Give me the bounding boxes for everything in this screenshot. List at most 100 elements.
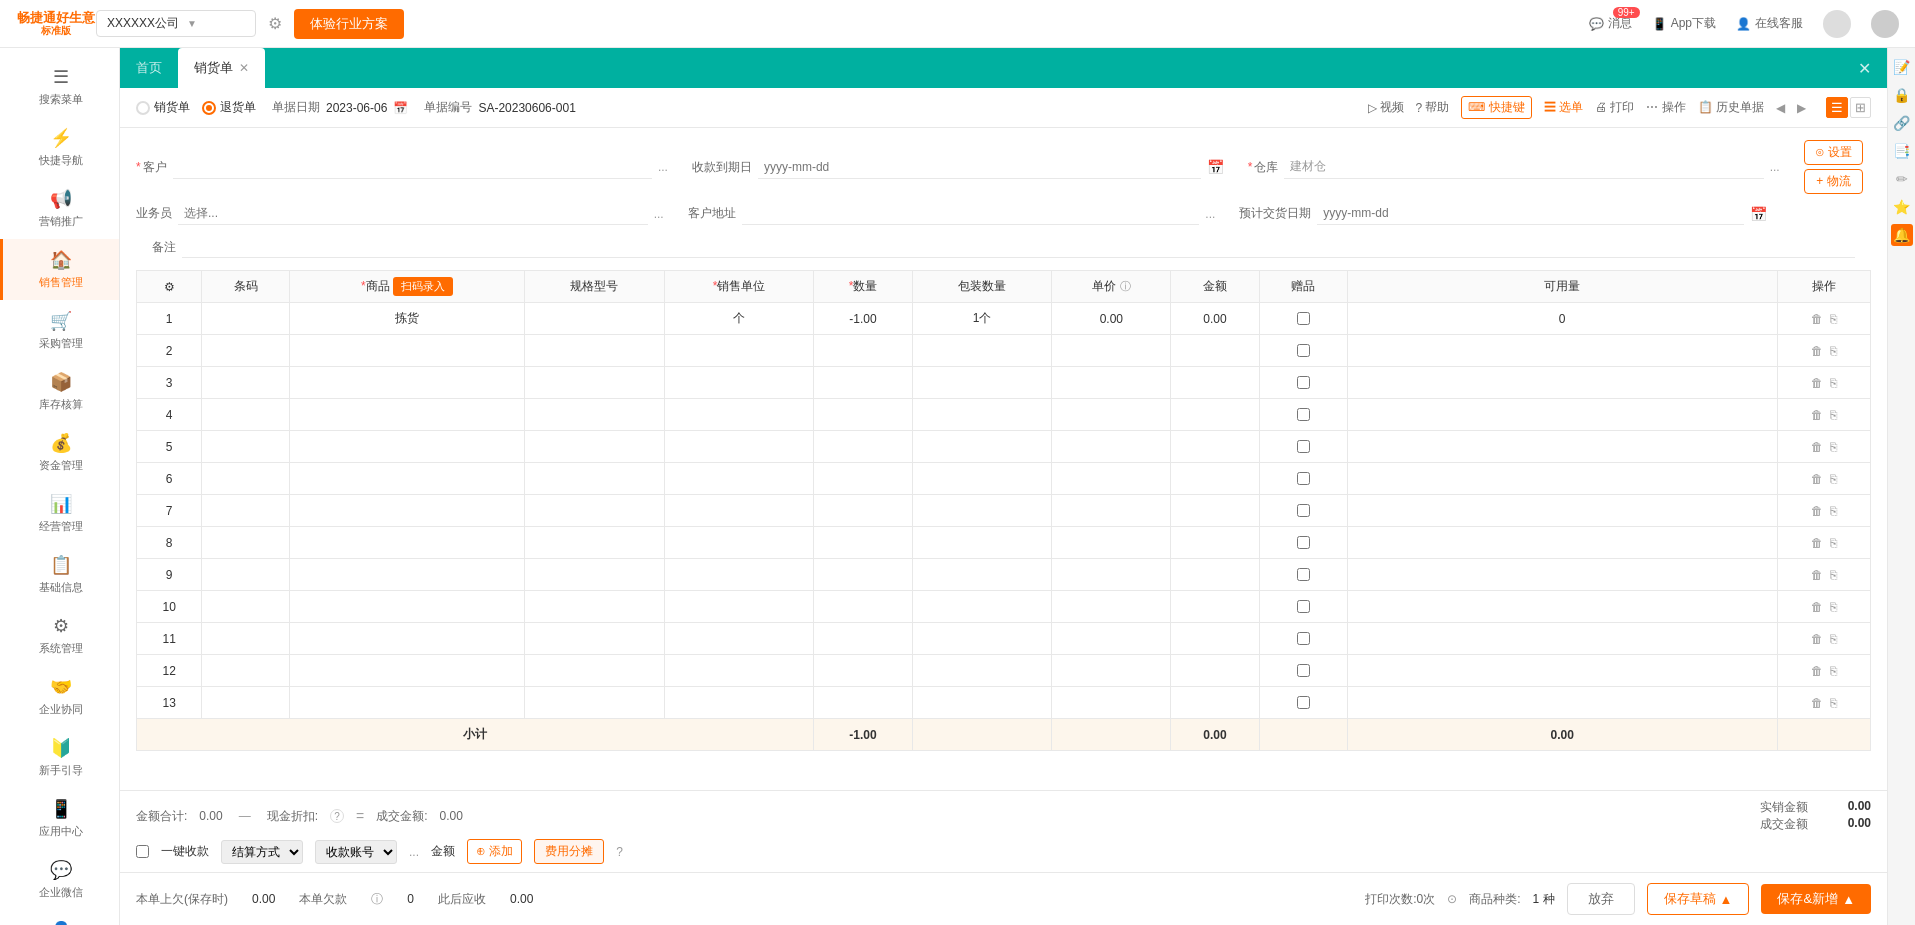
- cell-gift[interactable]: [1259, 463, 1347, 495]
- gift-checkbox[interactable]: [1297, 600, 1310, 613]
- settings-icon[interactable]: ⚙: [268, 14, 282, 33]
- sidebar-item-basic-info[interactable]: 📋基础信息: [0, 544, 119, 605]
- sidebar-item-member[interactable]: 👤畅会员: [0, 910, 119, 925]
- delete-icon[interactable]: 🗑: [1811, 600, 1823, 614]
- float-edit-icon[interactable]: 📝: [1891, 56, 1913, 78]
- cell-unit[interactable]: 个: [664, 303, 814, 335]
- company-selector[interactable]: XXXXXX公司 ▼: [96, 10, 256, 37]
- settlement-method-select[interactable]: 结算方式: [221, 840, 303, 864]
- radio-sales-order[interactable]: 销货单: [136, 99, 190, 116]
- tab-close-icon[interactable]: ✕: [239, 61, 249, 75]
- copy-icon[interactable]: ⎘: [1830, 696, 1837, 710]
- cell-unitprice[interactable]: [1052, 559, 1171, 591]
- delivery-date-calendar-icon[interactable]: 📅: [1750, 206, 1767, 222]
- close-all-tabs[interactable]: ✕: [1858, 59, 1871, 78]
- one-click-pay-checkbox[interactable]: [136, 845, 149, 858]
- cell-product[interactable]: [290, 399, 524, 431]
- cell-pkgqty[interactable]: [912, 399, 1052, 431]
- cell-spec[interactable]: [524, 431, 664, 463]
- cell-unit[interactable]: [664, 399, 814, 431]
- copy-icon[interactable]: ⎘: [1830, 600, 1837, 614]
- copy-icon[interactable]: ⎘: [1830, 568, 1837, 582]
- cell-amount[interactable]: [1171, 527, 1259, 559]
- cell-gift[interactable]: [1259, 655, 1347, 687]
- cell-gift[interactable]: [1259, 559, 1347, 591]
- cell-qty[interactable]: [814, 623, 912, 655]
- total-owed-icon[interactable]: ⓘ: [371, 891, 383, 908]
- cell-product[interactable]: [290, 559, 524, 591]
- cell-barcode[interactable]: [202, 687, 290, 719]
- cell-qty[interactable]: [814, 495, 912, 527]
- cell-barcode[interactable]: [202, 527, 290, 559]
- scan-button[interactable]: 扫码录入: [393, 277, 453, 296]
- cell-unit[interactable]: [664, 655, 814, 687]
- gift-checkbox[interactable]: [1297, 376, 1310, 389]
- cell-unit[interactable]: [664, 463, 814, 495]
- shortcut-btn[interactable]: ⌨ 快捷键: [1461, 96, 1531, 119]
- delete-icon[interactable]: 🗑: [1811, 344, 1823, 358]
- cell-spec[interactable]: [524, 367, 664, 399]
- float-lock-icon[interactable]: 🔒: [1891, 84, 1913, 106]
- cell-gift[interactable]: [1259, 335, 1347, 367]
- cell-barcode[interactable]: [202, 591, 290, 623]
- copy-icon[interactable]: ⎘: [1830, 632, 1837, 646]
- expense-help-icon[interactable]: ?: [616, 845, 623, 859]
- cell-gift[interactable]: [1259, 495, 1347, 527]
- sidebar-item-app-center[interactable]: 📱应用中心: [0, 788, 119, 849]
- cell-unitprice[interactable]: [1052, 495, 1171, 527]
- cell-spec[interactable]: [524, 527, 664, 559]
- cell-spec[interactable]: [524, 591, 664, 623]
- cell-barcode[interactable]: [202, 559, 290, 591]
- cell-unit[interactable]: [664, 527, 814, 559]
- tab-sales-order[interactable]: 销货单 ✕: [178, 48, 265, 88]
- cell-product[interactable]: [290, 431, 524, 463]
- history-btn[interactable]: 📋 历史单据: [1698, 99, 1764, 116]
- sidebar-item-guide[interactable]: 🔰新手引导: [0, 727, 119, 788]
- cell-unit[interactable]: [664, 495, 814, 527]
- cell-pkgqty[interactable]: [912, 559, 1052, 591]
- cell-barcode[interactable]: [202, 367, 290, 399]
- copy-icon[interactable]: ⎘: [1830, 376, 1837, 390]
- cell-qty[interactable]: [814, 431, 912, 463]
- message-item[interactable]: 💬 消息 99+: [1589, 15, 1632, 32]
- cell-spec[interactable]: [524, 335, 664, 367]
- delete-icon[interactable]: 🗑: [1811, 696, 1823, 710]
- due-date-input[interactable]: [758, 156, 1201, 179]
- nav-prev-icon[interactable]: ◀: [1776, 101, 1785, 115]
- save-new-button[interactable]: 保存&新增 ▲: [1761, 884, 1871, 914]
- cell-product[interactable]: [290, 623, 524, 655]
- cell-unitprice[interactable]: [1052, 399, 1171, 431]
- cell-qty[interactable]: [814, 335, 912, 367]
- cell-unit[interactable]: [664, 687, 814, 719]
- cell-product[interactable]: [290, 527, 524, 559]
- cell-amount[interactable]: 0.00: [1171, 303, 1259, 335]
- delete-icon[interactable]: 🗑: [1811, 440, 1823, 454]
- cell-product[interactable]: [290, 495, 524, 527]
- gift-checkbox[interactable]: [1297, 440, 1310, 453]
- delivery-date-input[interactable]: [1317, 202, 1744, 225]
- abandon-button[interactable]: 放弃: [1567, 883, 1635, 915]
- cell-spec[interactable]: [524, 559, 664, 591]
- cell-unitprice[interactable]: 0.00: [1052, 303, 1171, 335]
- customer-address-input[interactable]: [742, 202, 1200, 225]
- cell-qty[interactable]: [814, 655, 912, 687]
- gift-checkbox[interactable]: [1297, 568, 1310, 581]
- cell-amount[interactable]: [1171, 559, 1259, 591]
- sidebar-item-system[interactable]: ⚙系统管理: [0, 605, 119, 666]
- float-notify-icon[interactable]: 🔔: [1891, 224, 1913, 246]
- cell-pkgqty[interactable]: [912, 495, 1052, 527]
- warehouse-input[interactable]: [1284, 156, 1763, 179]
- copy-icon[interactable]: ⎘: [1830, 312, 1837, 326]
- cell-pkgqty[interactable]: [912, 335, 1052, 367]
- delete-icon[interactable]: 🗑: [1811, 312, 1823, 326]
- cell-spec[interactable]: [524, 623, 664, 655]
- float-star-icon[interactable]: ⭐: [1891, 196, 1913, 218]
- cell-spec[interactable]: [524, 463, 664, 495]
- cell-barcode[interactable]: [202, 655, 290, 687]
- notes-input[interactable]: [182, 237, 1855, 258]
- cell-amount[interactable]: [1171, 367, 1259, 399]
- cell-qty[interactable]: [814, 591, 912, 623]
- gift-checkbox[interactable]: [1297, 664, 1310, 677]
- gift-checkbox[interactable]: [1297, 312, 1310, 325]
- cell-barcode[interactable]: [202, 431, 290, 463]
